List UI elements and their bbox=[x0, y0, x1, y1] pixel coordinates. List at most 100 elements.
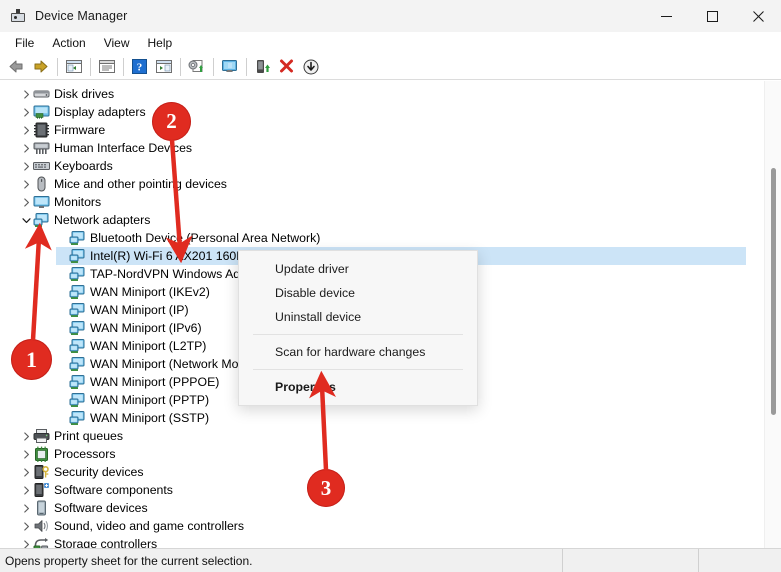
chevron-right-icon[interactable] bbox=[20, 193, 33, 211]
help-icon[interactable]: ? bbox=[128, 56, 151, 78]
mouse-icon bbox=[33, 176, 50, 192]
chevron-right-icon[interactable] bbox=[20, 481, 33, 499]
chevron-right-icon[interactable] bbox=[20, 121, 33, 139]
tree-item[interactable]: Software devices bbox=[20, 499, 740, 517]
tree-item-label: Print queues bbox=[54, 429, 124, 443]
network-device-icon bbox=[69, 356, 86, 372]
tree-item-label: Keyboards bbox=[54, 159, 113, 173]
context-menu-separator bbox=[253, 369, 463, 370]
chevron-right-icon[interactable] bbox=[20, 157, 33, 175]
tree-item-label: Sound, video and game controllers bbox=[54, 519, 245, 533]
tree-item[interactable]: WAN Miniport (SSTP) bbox=[56, 409, 746, 427]
tree-item[interactable]: Human Interface Devices bbox=[20, 139, 740, 157]
scan-for-hardware-changes-icon[interactable] bbox=[218, 56, 241, 78]
tree-item[interactable]: Disk drives bbox=[20, 85, 740, 103]
show-hide-action-pane-icon[interactable] bbox=[152, 56, 175, 78]
tree-item-label: WAN Miniport (IKEv2) bbox=[90, 285, 210, 299]
chevron-right-icon[interactable] bbox=[20, 427, 33, 445]
tree-item[interactable]: Mice and other pointing devices bbox=[20, 175, 740, 193]
chevron-down-icon[interactable] bbox=[20, 211, 33, 229]
menu-action[interactable]: Action bbox=[43, 33, 94, 53]
network-device-icon bbox=[69, 248, 86, 264]
tree-item[interactable]: Security devices bbox=[20, 463, 740, 481]
menu-help[interactable]: Help bbox=[139, 33, 182, 53]
tree-item[interactable]: Network adapters bbox=[20, 211, 740, 229]
enable-device-icon[interactable] bbox=[251, 56, 274, 78]
show-hide-console-tree-icon[interactable] bbox=[62, 56, 85, 78]
back-icon[interactable] bbox=[5, 56, 28, 78]
minimize-button[interactable] bbox=[643, 0, 689, 32]
chevron-right-icon[interactable] bbox=[20, 499, 33, 517]
chevron-right-icon[interactable] bbox=[20, 445, 33, 463]
uninstall-device-icon[interactable] bbox=[275, 56, 298, 78]
storage-controller-icon bbox=[33, 536, 50, 548]
network-device-icon bbox=[69, 410, 86, 426]
software-device-icon bbox=[33, 500, 50, 516]
menu-file[interactable]: File bbox=[6, 33, 43, 53]
tree-item-label: Bluetooth Device (Personal Area Network) bbox=[90, 231, 321, 245]
title-bar: Device Manager bbox=[0, 0, 781, 33]
chevron-right-icon[interactable] bbox=[20, 463, 33, 481]
context-menu-item[interactable]: Scan for hardware changes bbox=[239, 340, 477, 364]
context-menu-item[interactable]: Properties bbox=[239, 375, 477, 399]
network-device-icon bbox=[69, 266, 86, 282]
forward-icon[interactable] bbox=[29, 56, 52, 78]
tree-item[interactable]: Bluetooth Device (Personal Area Network) bbox=[56, 229, 746, 247]
device-manager-icon bbox=[10, 8, 26, 24]
disable-device-icon[interactable] bbox=[299, 56, 322, 78]
scrollbar-thumb[interactable] bbox=[771, 168, 776, 415]
annotation-badge-2: 2 bbox=[152, 102, 191, 141]
toolbar-separator bbox=[90, 57, 91, 76]
chevron-right-icon[interactable] bbox=[20, 85, 33, 103]
toolbar: ? bbox=[0, 54, 781, 80]
tree-item-label: Software components bbox=[54, 483, 173, 497]
chevron-right-icon[interactable] bbox=[20, 139, 33, 157]
menu-view[interactable]: View bbox=[95, 33, 139, 53]
context-menu-item[interactable]: Uninstall device bbox=[239, 305, 477, 329]
properties-icon[interactable] bbox=[95, 56, 118, 78]
chevron-right-icon[interactable] bbox=[20, 175, 33, 193]
vertical-scrollbar[interactable] bbox=[764, 81, 781, 548]
maximize-button[interactable] bbox=[689, 0, 735, 32]
update-driver-icon[interactable] bbox=[185, 56, 208, 78]
context-menu-item[interactable]: Update driver bbox=[239, 257, 477, 281]
tree-item[interactable]: Sound, video and game controllers bbox=[20, 517, 740, 535]
tree-item[interactable]: Storage controllers bbox=[20, 535, 740, 548]
device-manager-window: Device Manager File Action View Help ? D… bbox=[0, 0, 781, 572]
window-controls bbox=[643, 0, 781, 32]
svg-text:?: ? bbox=[137, 62, 143, 74]
toolbar-separator bbox=[57, 57, 58, 76]
context-menu-item[interactable]: Disable device bbox=[239, 281, 477, 305]
status-message: Opens property sheet for the current sel… bbox=[0, 549, 563, 572]
status-pane-2 bbox=[563, 549, 699, 572]
toolbar-separator bbox=[123, 57, 124, 76]
menu-bar: File Action View Help bbox=[0, 32, 781, 54]
chevron-right-icon[interactable] bbox=[20, 535, 33, 548]
tree-item-label: Human Interface Devices bbox=[54, 141, 193, 155]
network-device-icon bbox=[69, 302, 86, 318]
device-context-menu[interactable]: Update driver Disable device Uninstall dev… bbox=[238, 250, 478, 406]
network-device-icon bbox=[69, 338, 86, 354]
tree-item[interactable]: Monitors bbox=[20, 193, 740, 211]
chevron-right-icon[interactable] bbox=[20, 517, 33, 535]
network-device-icon bbox=[69, 230, 86, 246]
window-title: Device Manager bbox=[35, 9, 128, 23]
close-button[interactable] bbox=[735, 0, 781, 32]
tree-item[interactable]: Firmware bbox=[20, 121, 740, 139]
tree-item[interactable]: Print queues bbox=[20, 427, 740, 445]
status-bar: Opens property sheet for the current sel… bbox=[0, 548, 781, 572]
tree-item[interactable]: Keyboards bbox=[20, 157, 740, 175]
chevron-right-icon[interactable] bbox=[20, 103, 33, 121]
software-component-icon bbox=[33, 482, 50, 498]
tree-item[interactable]: Software components bbox=[20, 481, 740, 499]
tree-item[interactable]: Display adapters bbox=[20, 103, 740, 121]
tree-item[interactable]: Processors bbox=[20, 445, 740, 463]
status-pane-3 bbox=[699, 549, 781, 572]
firmware-icon bbox=[33, 122, 50, 138]
